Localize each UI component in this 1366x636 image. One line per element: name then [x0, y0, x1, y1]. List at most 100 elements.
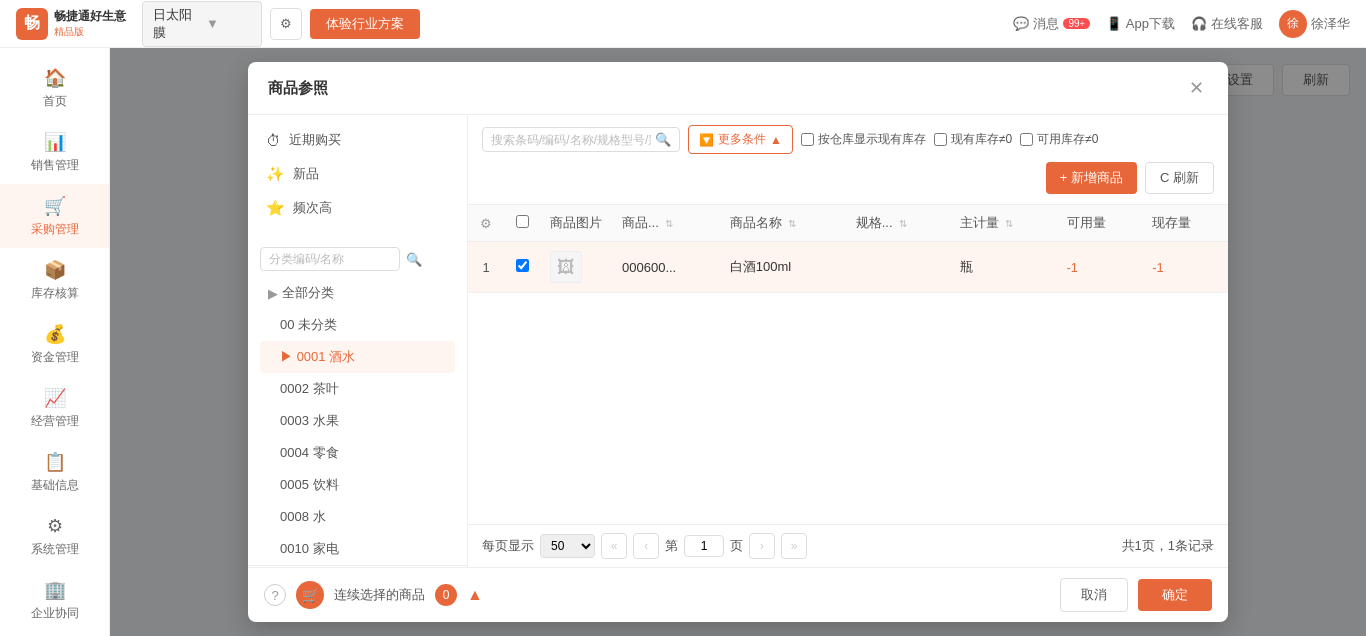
page-number-input[interactable]: 1	[684, 535, 724, 557]
checkbox-warehouse-stock[interactable]: 按仓库显示现有库存	[801, 131, 926, 148]
td-code: 000600...	[612, 242, 720, 293]
pagination: 每页显示 50 20 100 « ‹ 第 1 页 ›	[468, 524, 1228, 567]
product-reference-dialog: 商品参照 ✕ ⏱ 近期购买 ✨	[248, 62, 1228, 622]
search-icon[interactable]: 🔍	[655, 132, 671, 147]
column-settings-icon[interactable]: ⚙	[480, 216, 492, 231]
category-00-label: 00 未分类	[280, 317, 337, 332]
sidebar-item-basic-info[interactable]: 📋 基础信息	[0, 440, 109, 504]
cart-area[interactable]: 🛒	[296, 581, 324, 609]
sidebar-label-system: 系统管理	[31, 541, 79, 558]
category-item-0008[interactable]: 0008 水	[260, 501, 455, 533]
available-stock-checkbox[interactable]	[1020, 133, 1033, 146]
refresh-button[interactable]: C 刷新	[1145, 162, 1214, 194]
prev-page-button[interactable]: ‹	[633, 533, 659, 559]
logo-area: 畅 畅捷通好生意 精品版	[16, 8, 126, 40]
workspace-dropdown[interactable]: 日太阳膜 ▼	[142, 1, 262, 47]
sidebar-item-purchase[interactable]: 🛒 采购管理	[0, 184, 109, 248]
category-item-0001[interactable]: ▶ 0001 酒水	[260, 341, 455, 373]
product-thumbnail: 🖼	[550, 251, 582, 283]
sidebar-item-finance[interactable]: 💰 资金管理	[0, 312, 109, 376]
sidebar-item-home[interactable]: 🏠 首页	[0, 56, 109, 120]
main-layout: 🏠 首页 📊 销售管理 🛒 采购管理 📦 库存核算 💰 资金管理 📈 经营管理 …	[0, 48, 1366, 636]
sort-code-icon[interactable]: ⇅	[665, 218, 673, 229]
category-item-0004[interactable]: 0004 零食	[260, 437, 455, 469]
current-stock-label: 现有库存≠0	[951, 131, 1012, 148]
td-checkbox	[504, 242, 540, 293]
checkbox-available-stock[interactable]: 可用库存≠0	[1020, 131, 1098, 148]
user-item[interactable]: 徐 徐泽华	[1279, 10, 1350, 38]
first-page-button[interactable]: «	[601, 533, 627, 559]
category-item-0010[interactable]: 0010 家电	[260, 533, 455, 565]
sidebar-item-guide[interactable]: 🎯 新手引导	[0, 632, 109, 636]
logo-icon: 畅	[16, 8, 48, 40]
sort-spec-icon[interactable]: ⇅	[899, 218, 907, 229]
cancel-button[interactable]: 取消	[1060, 578, 1128, 612]
page-size-select[interactable]: 50 20 100	[540, 534, 595, 558]
sidebar-item-system[interactable]: ⚙ 系统管理	[0, 504, 109, 568]
category-item-0002[interactable]: 0002 茶叶	[260, 373, 455, 405]
sidebar-item-sales[interactable]: 📊 销售管理	[0, 120, 109, 184]
avatar: 徐	[1279, 10, 1307, 38]
sidebar-label-inventory: 库存核算	[31, 285, 79, 302]
category-search-icon[interactable]: 🔍	[406, 252, 422, 267]
continuous-label: 连续选择的商品	[334, 586, 425, 604]
sidebar-label-finance: 资金管理	[31, 349, 79, 366]
messages-nav-item[interactable]: 💬 消息 99+	[1013, 15, 1089, 33]
tab-recent-purchase[interactable]: ⏱ 近期购买	[256, 123, 459, 157]
sidebar-label-operations: 经营管理	[31, 413, 79, 430]
filter-icon: 🔽	[699, 133, 714, 147]
footer-collapse-button[interactable]: ▲	[467, 586, 483, 604]
sidebar-item-operations[interactable]: 📈 经营管理	[0, 376, 109, 440]
product-table-area: ⚙ 商品图片 商品...	[468, 205, 1228, 524]
sidebar-item-enterprise[interactable]: 🏢 企业协同	[0, 568, 109, 632]
th-stock: 现存量	[1142, 205, 1228, 242]
td-spec	[846, 242, 950, 293]
sort-unit-icon[interactable]: ⇅	[1005, 218, 1013, 229]
add-product-button[interactable]: + 新增商品	[1046, 162, 1137, 194]
select-all-checkbox[interactable]	[516, 215, 529, 228]
category-item-00[interactable]: 00 未分类	[260, 309, 455, 341]
category-item-0005[interactable]: 0005 饮料	[260, 469, 455, 501]
product-table: ⚙ 商品图片 商品...	[468, 205, 1228, 293]
system-icon: ⚙	[43, 514, 67, 538]
nav-right: 💬 消息 99+ 📱 App下载 🎧 在线客服 徐 徐泽华	[1013, 10, 1350, 38]
category-0010-label: 0010 家电	[280, 541, 339, 556]
settings-button[interactable]: ⚙	[270, 8, 302, 40]
help-icon[interactable]: ?	[264, 584, 286, 606]
star-icon: ⭐	[266, 199, 285, 217]
tab-new-products-label: 新品	[293, 165, 319, 183]
th-code: 商品... ⇅	[612, 205, 720, 242]
category-all-label: 全部分类	[282, 284, 334, 302]
next-page-button[interactable]: ›	[749, 533, 775, 559]
category-all-item[interactable]: ▶ 全部分类	[260, 277, 455, 309]
tab-frequent[interactable]: ⭐ 频次高	[256, 191, 459, 225]
row-select-checkbox[interactable]	[516, 259, 529, 272]
message-icon: 💬	[1013, 16, 1029, 31]
category-item-0003[interactable]: 0003 水果	[260, 405, 455, 437]
checkbox-current-stock[interactable]: 现有库存≠0	[934, 131, 1012, 148]
current-stock-checkbox[interactable]	[934, 133, 947, 146]
table-row[interactable]: 1 🖼 000600... 白酒100ml	[468, 242, 1228, 293]
sidebar-item-inventory[interactable]: 📦 库存核算	[0, 248, 109, 312]
online-service-item[interactable]: 🎧 在线客服	[1191, 15, 1263, 33]
sort-name-icon[interactable]: ⇅	[788, 218, 796, 229]
online-service-label: 在线客服	[1211, 15, 1263, 33]
basic-info-icon: 📋	[43, 450, 67, 474]
warehouse-stock-checkbox[interactable]	[801, 133, 814, 146]
sidebar-label-purchase: 采购管理	[31, 221, 79, 238]
app-download-item[interactable]: 📱 App下载	[1106, 15, 1175, 33]
dialog-close-button[interactable]: ✕	[1184, 76, 1208, 100]
selected-count: 0	[435, 584, 457, 606]
confirm-button[interactable]: 确定	[1138, 579, 1212, 611]
filter-label: 更多条件	[718, 131, 766, 148]
panel-collapse-button[interactable]: ‹	[467, 321, 468, 361]
category-search-input[interactable]	[260, 247, 400, 271]
inventory-icon: 📦	[43, 258, 67, 282]
experience-btn[interactable]: 体验行业方案	[310, 9, 420, 39]
last-page-button[interactable]: »	[781, 533, 807, 559]
warehouse-stock-label: 按仓库显示现有库存	[818, 131, 926, 148]
tab-new-products[interactable]: ✨ 新品	[256, 157, 459, 191]
product-search-input[interactable]	[491, 133, 651, 147]
category-0008-label: 0008 水	[280, 509, 326, 524]
more-filters-button[interactable]: 🔽 更多条件 ▲	[688, 125, 793, 154]
